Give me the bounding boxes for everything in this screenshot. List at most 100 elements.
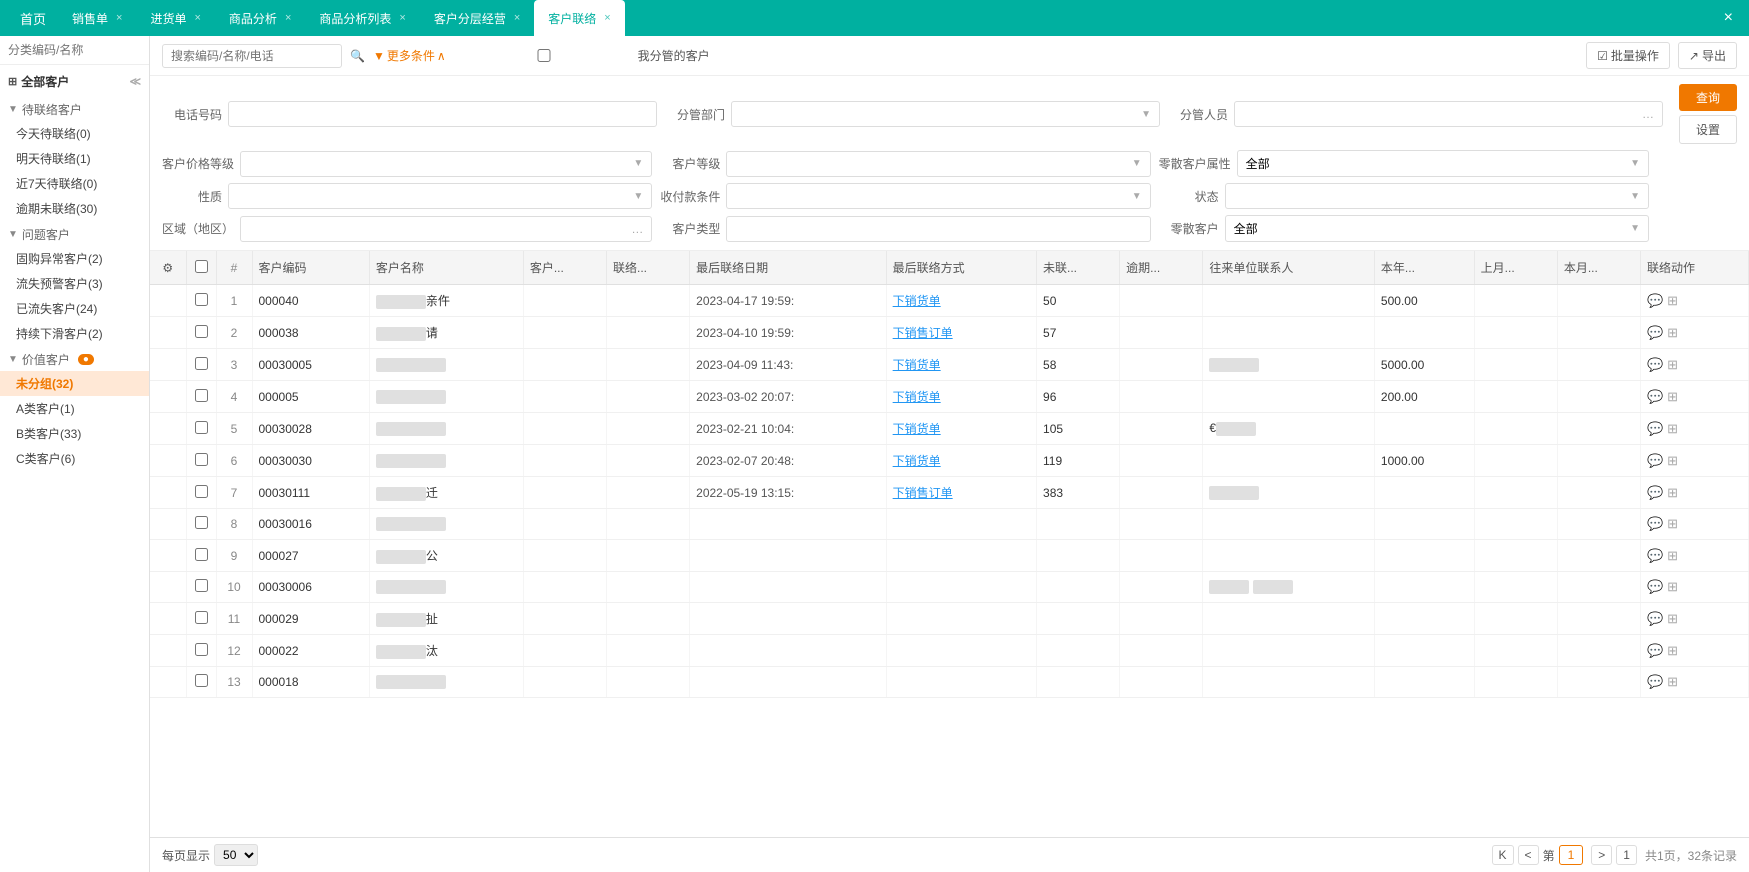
row-checkbox[interactable]	[195, 548, 208, 561]
close-customer-contact-tab[interactable]: ×	[604, 12, 610, 24]
grid-action-icon[interactable]: ⊞	[1667, 579, 1678, 595]
grid-action-icon[interactable]: ⊞	[1667, 325, 1678, 341]
row-checkbox[interactable]	[195, 325, 208, 338]
sidebar-item-overdue-pending[interactable]: 逾期未联络(30)	[0, 196, 149, 221]
manager-input[interactable]: …	[1234, 101, 1663, 127]
collapse-icon[interactable]: ≪	[129, 75, 141, 88]
contact-way-link[interactable]: 下销货单	[893, 358, 941, 372]
sidebar-item-churned[interactable]: 已流失客户(24)	[0, 296, 149, 321]
home-tab[interactable]: 首页	[8, 9, 58, 28]
close-product-list-tab[interactable]: ×	[399, 12, 405, 24]
sidebar-item-class-a[interactable]: A类客户(1)	[0, 396, 149, 421]
chat-action-icon[interactable]: 💬	[1647, 325, 1663, 341]
grid-action-icon[interactable]: ⊞	[1667, 643, 1678, 659]
chat-action-icon[interactable]: 💬	[1647, 579, 1663, 595]
row-checkbox[interactable]	[195, 293, 208, 306]
first-page-button[interactable]: K	[1492, 845, 1514, 865]
page-size-select[interactable]: 50	[214, 844, 258, 866]
customer-level-select[interactable]: ▼	[726, 151, 1150, 177]
dept-select[interactable]: ▼	[731, 101, 1160, 127]
prev-page-button[interactable]: <	[1518, 845, 1539, 865]
more-conditions-button[interactable]: ▼ 更多条件 ∧	[373, 47, 446, 64]
grid-action-icon[interactable]: ⊞	[1667, 389, 1678, 405]
sidebar-search-input[interactable]	[8, 43, 150, 57]
close-product-tab[interactable]: ×	[285, 12, 291, 24]
close-all-button[interactable]: ×	[1716, 9, 1741, 27]
contact-way-link[interactable]: 下销货单	[893, 294, 941, 308]
chat-action-icon[interactable]: 💬	[1647, 357, 1663, 373]
sidebar-item-churn-warning[interactable]: 流失预警客户(3)	[0, 271, 149, 296]
row-checkbox[interactable]	[195, 643, 208, 656]
pending-group-title[interactable]: ▼ 待联络客户	[0, 96, 149, 121]
row-checkbox[interactable]	[195, 421, 208, 434]
all-customers-header[interactable]: ⊞ 全部客户 ≪	[0, 65, 149, 96]
grid-action-icon[interactable]: ⊞	[1667, 611, 1678, 627]
batch-operations-button[interactable]: ☑ 批量操作	[1586, 42, 1670, 69]
price-level-select[interactable]: ▼	[240, 151, 652, 177]
chat-action-icon[interactable]: 💬	[1647, 674, 1663, 690]
contact-way-link[interactable]: 下销售订单	[893, 326, 953, 340]
grid-action-icon[interactable]: ⊞	[1667, 674, 1678, 690]
contact-way-link[interactable]: 下销货单	[893, 422, 941, 436]
value-group-title[interactable]: ▼ 价值客户 ●	[0, 346, 149, 371]
query-button[interactable]: 查询	[1679, 84, 1737, 111]
chat-action-icon[interactable]: 💬	[1647, 421, 1663, 437]
export-button[interactable]: ↗ 导出	[1678, 42, 1737, 69]
th-settings[interactable]: ⚙	[150, 251, 186, 285]
problem-group-title[interactable]: ▼ 问题客户	[0, 221, 149, 246]
status-select[interactable]: ▼	[1225, 183, 1649, 209]
sidebar-item-7days-pending[interactable]: 近7天待联络(0)	[0, 171, 149, 196]
last-page-button[interactable]: 1	[1616, 845, 1637, 865]
sidebar-item-class-b[interactable]: B类客户(33)	[0, 421, 149, 446]
row-checkbox[interactable]	[195, 453, 208, 466]
tab-customer-segment[interactable]: 客户分层经营 ×	[420, 0, 534, 36]
row-checkbox[interactable]	[195, 516, 208, 529]
search-input[interactable]	[162, 44, 342, 68]
chat-action-icon[interactable]: 💬	[1647, 643, 1663, 659]
row-checkbox[interactable]	[195, 674, 208, 687]
contact-way-link[interactable]: 下销货单	[893, 454, 941, 468]
grid-action-icon[interactable]: ⊞	[1667, 485, 1678, 501]
chat-action-icon[interactable]: 💬	[1647, 516, 1663, 532]
nature-select[interactable]: ▼	[228, 183, 652, 209]
grid-action-icon[interactable]: ⊞	[1667, 516, 1678, 532]
grid-action-icon[interactable]: ⊞	[1667, 453, 1678, 469]
close-purchase-tab[interactable]: ×	[194, 12, 200, 24]
chat-action-icon[interactable]: 💬	[1647, 389, 1663, 405]
tab-purchase[interactable]: 进货单 ×	[136, 0, 214, 36]
tab-product-list[interactable]: 商品分析列表 ×	[305, 0, 419, 36]
chat-action-icon[interactable]: 💬	[1647, 453, 1663, 469]
select-all-checkbox[interactable]	[195, 260, 208, 273]
chat-action-icon[interactable]: 💬	[1647, 485, 1663, 501]
tab-sales[interactable]: 销售单 ×	[58, 0, 136, 36]
grid-action-icon[interactable]: ⊞	[1667, 293, 1678, 309]
row-checkbox[interactable]	[195, 485, 208, 498]
sidebar-item-declining[interactable]: 持续下滑客户(2)	[0, 321, 149, 346]
sidebar-item-ungroup[interactable]: 未分组(32)	[0, 371, 149, 396]
retail-attr-select[interactable]: 全部 ▼	[1237, 150, 1649, 177]
chat-action-icon[interactable]: 💬	[1647, 548, 1663, 564]
grid-action-icon[interactable]: ⊞	[1667, 357, 1678, 373]
payment-select[interactable]: ▼	[726, 183, 1150, 209]
chat-action-icon[interactable]: 💬	[1647, 293, 1663, 309]
row-checkbox[interactable]	[195, 357, 208, 370]
close-sales-tab[interactable]: ×	[116, 12, 122, 24]
reset-button[interactable]: 设置	[1679, 115, 1737, 144]
search-button[interactable]: 🔍	[350, 49, 365, 63]
row-checkbox[interactable]	[195, 579, 208, 592]
sidebar-item-tomorrow-pending[interactable]: 明天待联络(1)	[0, 146, 149, 171]
row-checkbox[interactable]	[195, 611, 208, 624]
next-page-button[interactable]: >	[1591, 845, 1612, 865]
retail-customer-select[interactable]: 全部 ▼	[1225, 215, 1649, 242]
customer-type-input[interactable]	[726, 216, 1150, 242]
grid-action-icon[interactable]: ⊞	[1667, 421, 1678, 437]
tab-product[interactable]: 商品分析 ×	[215, 0, 305, 36]
sidebar-item-abnormal[interactable]: 固购异常客户(2)	[0, 246, 149, 271]
phone-input[interactable]	[228, 101, 657, 127]
close-customer-segment-tab[interactable]: ×	[514, 12, 520, 24]
row-checkbox[interactable]	[195, 389, 208, 402]
chat-action-icon[interactable]: 💬	[1647, 611, 1663, 627]
contact-way-link[interactable]: 下销售订单	[893, 486, 953, 500]
contact-way-link[interactable]: 下销货单	[893, 390, 941, 404]
sidebar-item-class-c[interactable]: C类客户(6)	[0, 446, 149, 471]
